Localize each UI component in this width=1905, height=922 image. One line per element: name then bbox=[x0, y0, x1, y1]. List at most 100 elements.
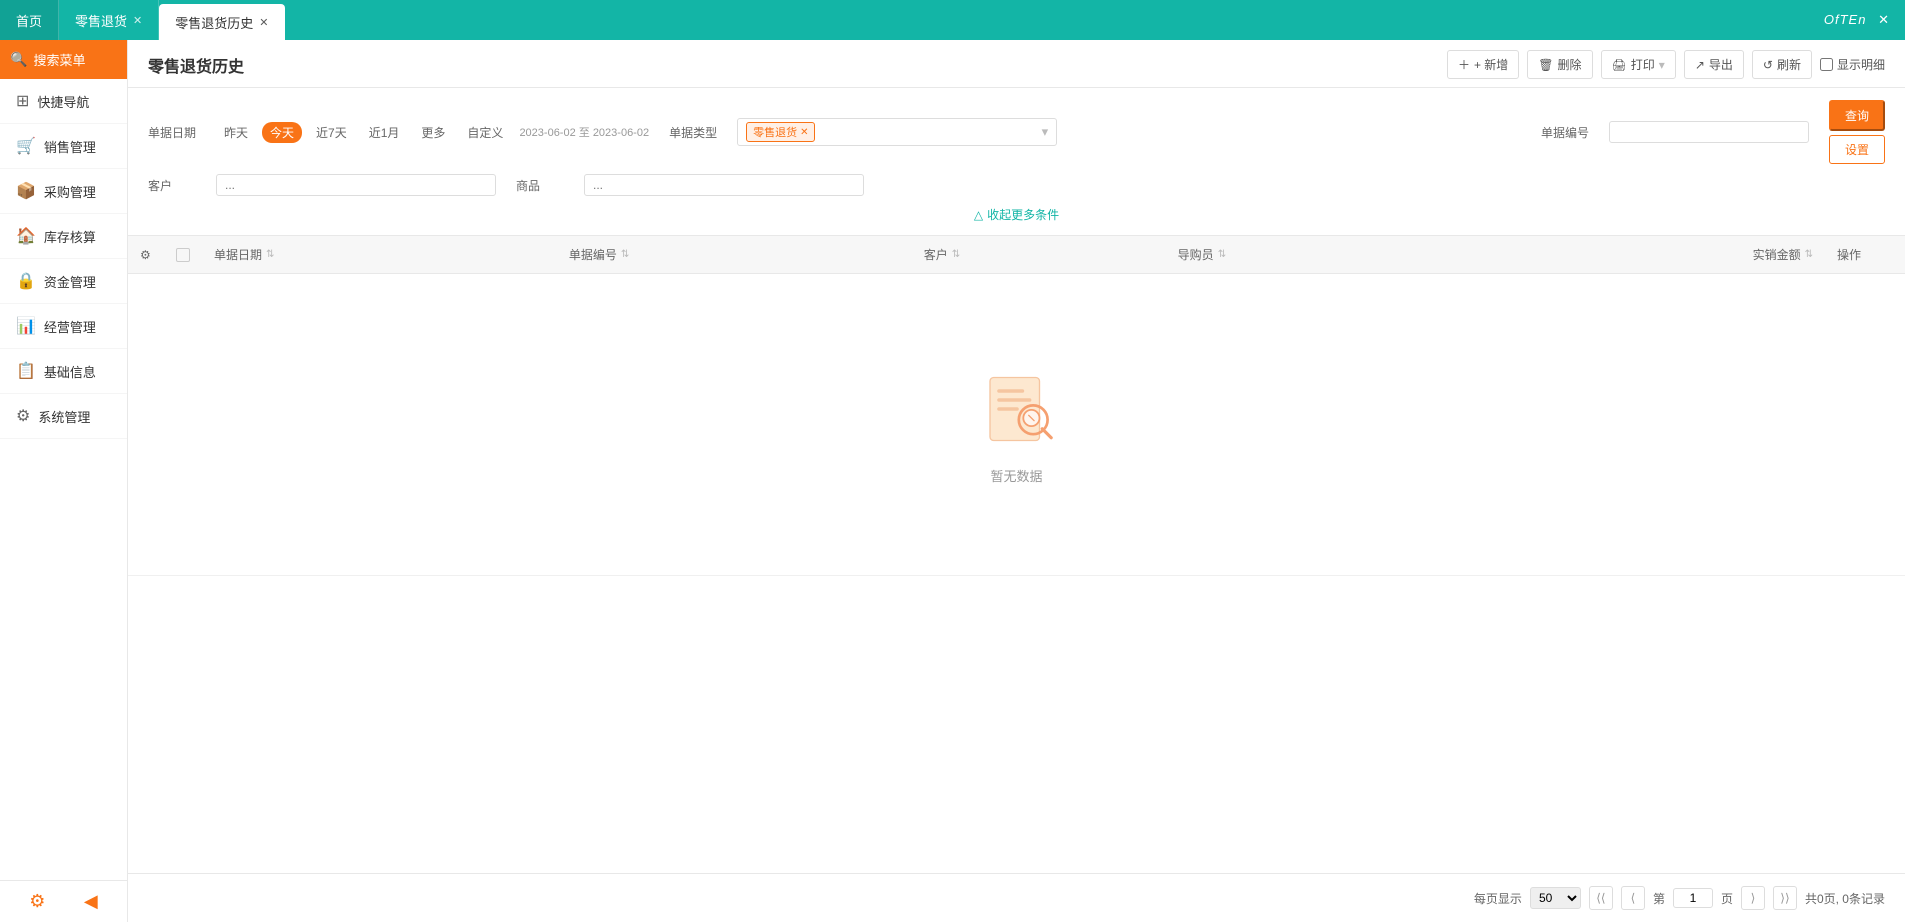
sidebar-item-operations[interactable]: 📊 经营管理 bbox=[0, 304, 127, 349]
content-area: 零售退货历史 ＋ + 新增 🗑 删除 🖨 打印 ▾ bbox=[128, 40, 1905, 922]
goods-filter-input[interactable] bbox=[593, 178, 855, 192]
page-next-button[interactable]: ⟩ bbox=[1741, 886, 1765, 910]
type-dropdown-icon[interactable]: ▾ bbox=[1042, 124, 1049, 140]
tab-retail-return-close[interactable]: ✕ bbox=[133, 14, 142, 27]
type-filter-input[interactable] bbox=[821, 125, 1035, 139]
amount-sort-icon: ⇅ bbox=[1805, 249, 1813, 260]
tab-home[interactable]: 首页 bbox=[0, 0, 59, 40]
th-checkbox bbox=[164, 236, 202, 274]
sidebar-item-sales-label: 销售管理 bbox=[44, 137, 96, 156]
collapse-button[interactable]: △ 收起更多条件 bbox=[974, 206, 1059, 223]
goods-filter-label: 商品 bbox=[516, 177, 576, 194]
page-first-button[interactable]: ⟨⟨ bbox=[1589, 886, 1613, 910]
date-btn-yesterday[interactable]: 昨天 bbox=[216, 122, 256, 143]
type-filter-group: 单据类型 零售退货 ✕ ▾ bbox=[669, 118, 1521, 146]
page-size-select[interactable]: 10 20 50 100 bbox=[1530, 887, 1581, 909]
print-button[interactable]: 🖨 打印 ▾ bbox=[1601, 50, 1676, 79]
inventory-icon: 🏠 bbox=[16, 226, 36, 246]
page-last-button[interactable]: ⟩⟩ bbox=[1773, 886, 1797, 910]
page-prev-button[interactable]: ⟨ bbox=[1621, 886, 1645, 910]
sidebar-item-base-info[interactable]: 📋 基础信息 bbox=[0, 349, 127, 394]
tab-list: 首页 零售退货 ✕ 零售退货历史 ✕ bbox=[0, 0, 1816, 40]
page-size-label: 每页显示 bbox=[1474, 890, 1522, 907]
collapse-label: 收起更多条件 bbox=[987, 206, 1059, 223]
th-action: 操作 bbox=[1825, 236, 1905, 274]
empty-row: 暂无数据 bbox=[128, 274, 1905, 576]
finance-icon: 🔒 bbox=[16, 271, 36, 291]
sidebar-item-operations-label: 经营管理 bbox=[44, 317, 96, 336]
refresh-label: 刷新 bbox=[1777, 56, 1801, 73]
sidebar: 🔍 搜索菜单 ⊞ 快捷导航 🛒 销售管理 📦 采购管理 🏠 库存核算 🔒 资金管… bbox=[0, 40, 128, 922]
show-detail-checkbox[interactable] bbox=[1820, 58, 1833, 71]
type-filter-box[interactable]: 零售退货 ✕ ▾ bbox=[737, 118, 1057, 146]
topbar-right: OfTEn ✕ bbox=[1816, 12, 1905, 28]
type-filter-label: 单据类型 bbox=[669, 124, 729, 141]
th-guide-sort[interactable]: 导购员 ⇅ bbox=[1178, 246, 1458, 263]
data-table: ⚙ 单据日期 ⇅ 单据编号 bbox=[128, 236, 1905, 576]
sidebar-item-finance[interactable]: 🔒 资金管理 bbox=[0, 259, 127, 304]
show-detail-label[interactable]: 显示明细 bbox=[1820, 56, 1885, 73]
search-icon: 🔍 bbox=[10, 51, 27, 68]
filter-row-2: 客户 商品 bbox=[148, 174, 1885, 196]
customer-filter-box[interactable] bbox=[216, 174, 496, 196]
sidebar-item-inventory[interactable]: 🏠 库存核算 bbox=[0, 214, 127, 259]
customer-filter-input[interactable] bbox=[225, 178, 487, 192]
setting-button[interactable]: 设置 bbox=[1829, 135, 1885, 164]
table-body: 暂无数据 bbox=[128, 274, 1905, 576]
th-customer: 客户 ⇅ bbox=[912, 236, 1166, 274]
new-button[interactable]: ＋ + 新增 bbox=[1447, 50, 1519, 79]
collapse-sidebar-icon[interactable]: ◀ bbox=[84, 891, 98, 912]
topbar-close[interactable]: ✕ bbox=[1878, 12, 1889, 27]
date-btn-custom[interactable]: 自定义 bbox=[459, 122, 511, 143]
refresh-button[interactable]: ↺ 刷新 bbox=[1752, 50, 1812, 79]
number-filter-input[interactable] bbox=[1609, 121, 1809, 143]
query-button[interactable]: 查询 bbox=[1829, 100, 1885, 131]
quick-nav-icon: ⊞ bbox=[16, 91, 29, 111]
sidebar-item-quick-nav[interactable]: ⊞ 快捷导航 bbox=[0, 79, 127, 124]
sales-icon: 🛒 bbox=[16, 136, 36, 156]
sidebar-item-system[interactable]: ⚙ 系统管理 bbox=[0, 394, 127, 439]
tab-retail-return-label: 零售退货 bbox=[75, 11, 127, 30]
type-tag-close[interactable]: ✕ bbox=[800, 127, 808, 138]
th-amount-label: 实销金额 bbox=[1753, 246, 1801, 263]
type-tag: 零售退货 ✕ bbox=[746, 122, 815, 142]
page-number-input[interactable] bbox=[1673, 888, 1713, 908]
sidebar-item-finance-label: 资金管理 bbox=[44, 272, 96, 291]
delete-button[interactable]: 🗑 删除 bbox=[1527, 50, 1592, 79]
date-btn-today[interactable]: 今天 bbox=[262, 122, 302, 143]
goods-filter-box[interactable] bbox=[584, 174, 864, 196]
delete-label: 删除 bbox=[1558, 56, 1582, 73]
select-all-checkbox[interactable] bbox=[176, 248, 190, 262]
export-button[interactable]: ↗ 导出 bbox=[1684, 50, 1744, 79]
page-title: 零售退货历史 bbox=[148, 53, 244, 77]
export-icon: ↗ bbox=[1695, 58, 1705, 72]
top-bar: 首页 零售退货 ✕ 零售退货历史 ✕ OfTEn ✕ bbox=[0, 0, 1905, 40]
tab-retail-return-history-close[interactable]: ✕ bbox=[259, 16, 268, 29]
tab-retail-return-history[interactable]: 零售退货历史 ✕ bbox=[159, 4, 285, 40]
collapse-up-icon: △ bbox=[974, 208, 983, 222]
sidebar-item-purchase-mgmt[interactable]: 📦 采购管理 bbox=[0, 169, 127, 214]
sidebar-item-sales-mgmt[interactable]: 🛒 销售管理 bbox=[0, 124, 127, 169]
new-label: + 新增 bbox=[1474, 56, 1508, 73]
export-label: 导出 bbox=[1709, 56, 1733, 73]
operations-icon: 📊 bbox=[16, 316, 36, 336]
th-action-label: 操作 bbox=[1837, 248, 1861, 262]
date-btn-1month[interactable]: 近1月 bbox=[361, 122, 408, 143]
th-amount-sort[interactable]: 实销金额 ⇅ bbox=[1482, 246, 1813, 263]
often-label: OfTEn bbox=[1824, 12, 1867, 27]
column-settings-icon[interactable]: ⚙ bbox=[140, 248, 151, 262]
collapse-area: △ 收起更多条件 bbox=[148, 206, 1885, 223]
date-btn-more[interactable]: 更多 bbox=[413, 122, 453, 143]
th-number-sort[interactable]: 单据编号 ⇅ bbox=[569, 246, 900, 263]
date-btn-7days[interactable]: 近7天 bbox=[308, 122, 355, 143]
guide-sort-icon: ⇅ bbox=[1218, 249, 1226, 260]
date-sort-icon: ⇅ bbox=[266, 249, 274, 260]
th-date-sort[interactable]: 单据日期 ⇅ bbox=[214, 246, 545, 263]
th-customer-sort[interactable]: 客户 ⇅ bbox=[924, 246, 1154, 263]
tab-retail-return[interactable]: 零售退货 ✕ bbox=[59, 0, 159, 40]
settings-footer-icon[interactable]: ⚙ bbox=[29, 891, 45, 912]
th-number-label: 单据编号 bbox=[569, 246, 617, 263]
th-customer-label: 客户 bbox=[924, 246, 948, 263]
th-guide-label: 导购员 bbox=[1178, 246, 1214, 263]
sidebar-search[interactable]: 🔍 搜索菜单 bbox=[0, 40, 127, 79]
